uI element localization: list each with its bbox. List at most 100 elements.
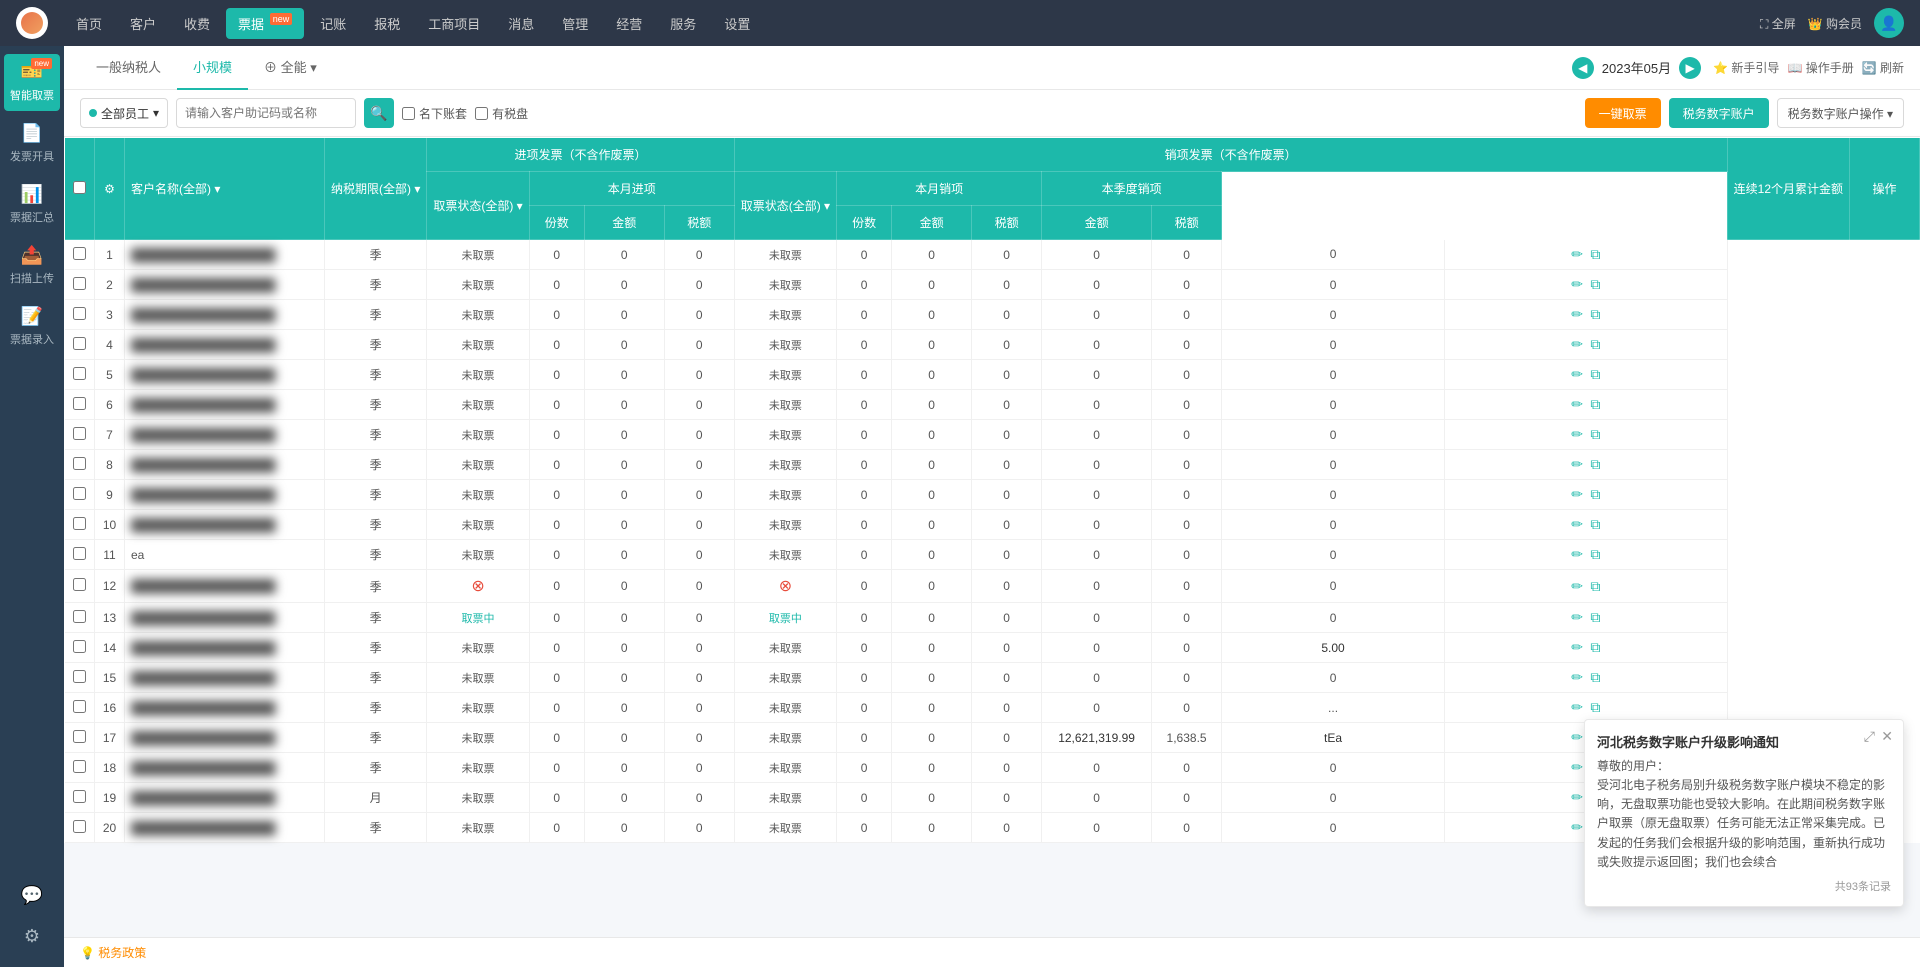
edit-icon[interactable]: ✏	[1571, 759, 1583, 775]
edit-icon[interactable]: ✏	[1571, 366, 1583, 382]
edit-icon[interactable]: ✏	[1571, 639, 1583, 655]
row-checkbox[interactable]	[73, 517, 86, 530]
copy-icon[interactable]: ⧉	[1590, 546, 1600, 562]
nav-fee[interactable]: 收费	[172, 8, 222, 39]
search-button[interactable]: 🔍	[364, 98, 394, 128]
copy-icon[interactable]: ⧉	[1590, 336, 1600, 352]
row-checkbox[interactable]	[73, 640, 86, 653]
edit-icon[interactable]: ✏	[1571, 699, 1583, 715]
copy-icon[interactable]: ⧉	[1590, 306, 1600, 322]
fullscreen-button[interactable]: ⛶ 全屏	[1760, 15, 1796, 32]
copy-icon[interactable]: ⧉	[1590, 669, 1600, 685]
prev-month-button[interactable]: ◀	[1572, 57, 1594, 79]
edit-icon[interactable]: ✏	[1571, 729, 1583, 745]
row-checkbox[interactable]	[73, 397, 86, 410]
nav-home[interactable]: 首页	[64, 8, 114, 39]
tax-digital-account-op-button[interactable]: 税务数字账户操作 ▾	[1777, 98, 1904, 128]
row-checkbox[interactable]	[73, 547, 86, 560]
edit-icon[interactable]: ✏	[1571, 306, 1583, 322]
taxdisk-checkbox[interactable]	[475, 107, 488, 120]
copy-icon[interactable]: ⧉	[1590, 246, 1600, 262]
edit-icon[interactable]: ✏	[1571, 456, 1583, 472]
popup-close-button[interactable]: ✕	[1881, 728, 1893, 745]
edit-icon[interactable]: ✏	[1571, 336, 1583, 352]
row-checkbox[interactable]	[73, 247, 86, 260]
edit-icon[interactable]: ✏	[1571, 516, 1583, 532]
sidebar-item-scan-upload[interactable]: 📤 扫描上传	[4, 237, 60, 294]
account-checkbox[interactable]	[402, 107, 415, 120]
copy-icon[interactable]: ⧉	[1590, 366, 1600, 382]
copy-icon[interactable]: ⧉	[1590, 396, 1600, 412]
edit-icon[interactable]: ✏	[1571, 669, 1583, 685]
row-checkbox[interactable]	[73, 578, 86, 591]
nav-accounting[interactable]: 记账	[308, 8, 358, 39]
row-checkbox[interactable]	[73, 820, 86, 833]
edit-icon[interactable]: ✏	[1571, 819, 1583, 835]
row-checkbox[interactable]	[73, 367, 86, 380]
nav-service[interactable]: 服务	[658, 8, 708, 39]
nav-ticket[interactable]: 票据 new	[226, 8, 304, 39]
row-checkbox[interactable]	[73, 790, 86, 803]
copy-icon[interactable]: ⧉	[1590, 276, 1600, 292]
tab-all-capability[interactable]: ⊕ 全能 ▾	[248, 46, 333, 90]
sidebar-item-ticket-entry[interactable]: 📝 票据录入	[4, 298, 60, 355]
row-checkbox[interactable]	[73, 610, 86, 623]
sidebar-item-invoice-open[interactable]: 📄 发票开具	[4, 115, 60, 172]
select-all-checkbox[interactable]	[73, 181, 86, 194]
edit-icon[interactable]: ✏	[1571, 609, 1583, 625]
edit-icon[interactable]: ✏	[1571, 578, 1583, 594]
row-checkbox[interactable]	[73, 670, 86, 683]
copy-icon[interactable]: ⧉	[1590, 609, 1600, 625]
popup-resize-button[interactable]: ⤢	[1864, 728, 1875, 745]
search-input[interactable]	[176, 98, 356, 128]
nav-tax[interactable]: 报税	[362, 8, 412, 39]
copy-icon[interactable]: ⧉	[1590, 516, 1600, 532]
copy-icon[interactable]: ⧉	[1590, 699, 1600, 715]
edit-icon[interactable]: ✏	[1571, 546, 1583, 562]
tax-policy-link[interactable]: 💡 税务政策	[80, 944, 146, 961]
edit-icon[interactable]: ✏	[1571, 486, 1583, 502]
copy-icon[interactable]: ⧉	[1590, 639, 1600, 655]
sidebar-item-message[interactable]: 💬	[4, 877, 60, 914]
employee-filter[interactable]: 全部员工 ▾	[80, 98, 168, 128]
sidebar-item-ticket-summary[interactable]: 📊 票据汇总	[4, 176, 60, 233]
tab-small-scale[interactable]: 小规模	[177, 46, 248, 90]
sidebar-item-settings[interactable]: ⚙	[4, 918, 60, 955]
copy-icon[interactable]: ⧉	[1590, 426, 1600, 442]
edit-icon[interactable]: ✏	[1571, 426, 1583, 442]
tax-digital-account-button[interactable]: 税务数字账户	[1669, 98, 1769, 128]
user-avatar[interactable]: 👤	[1874, 8, 1904, 38]
tab-general-taxpayer[interactable]: 一般纳税人	[80, 46, 177, 90]
row-checkbox[interactable]	[73, 277, 86, 290]
one-key-ticket-button[interactable]: 一键取票	[1585, 98, 1661, 128]
refresh-button[interactable]: 🔄 刷新	[1862, 59, 1904, 76]
sidebar-item-smart-ticket[interactable]: 🎫 智能取票 new	[4, 54, 60, 111]
row-checkbox[interactable]	[73, 427, 86, 440]
new-guide-button[interactable]: ⭐ 新手引导	[1713, 59, 1779, 76]
checkbox-taxdisk[interactable]: 有税盘	[475, 105, 528, 122]
nav-operation[interactable]: 经营	[604, 8, 654, 39]
nav-business[interactable]: 工商项目	[416, 8, 492, 39]
row-checkbox[interactable]	[73, 487, 86, 500]
nav-management[interactable]: 管理	[550, 8, 600, 39]
row-checkbox[interactable]	[73, 337, 86, 350]
manual-button[interactable]: 📖 操作手册	[1787, 59, 1853, 76]
row-checkbox[interactable]	[73, 700, 86, 713]
copy-icon[interactable]: ⧉	[1590, 486, 1600, 502]
row-checkbox[interactable]	[73, 457, 86, 470]
row-checkbox[interactable]	[73, 307, 86, 320]
copy-icon[interactable]: ⧉	[1590, 456, 1600, 472]
vip-button[interactable]: 👑 购会员	[1808, 15, 1862, 32]
nav-message[interactable]: 消息	[496, 8, 546, 39]
next-month-button[interactable]: ▶	[1679, 57, 1701, 79]
row-checkbox[interactable]	[73, 760, 86, 773]
checkbox-account[interactable]: 名下账套	[402, 105, 467, 122]
edit-icon[interactable]: ✏	[1571, 276, 1583, 292]
copy-icon[interactable]: ⧉	[1590, 578, 1600, 594]
nav-customer[interactable]: 客户	[118, 8, 168, 39]
nav-setting[interactable]: 设置	[712, 8, 762, 39]
edit-icon[interactable]: ✏	[1571, 396, 1583, 412]
row-checkbox[interactable]	[73, 730, 86, 743]
edit-icon[interactable]: ✏	[1571, 789, 1583, 805]
edit-icon[interactable]: ✏	[1571, 246, 1583, 262]
